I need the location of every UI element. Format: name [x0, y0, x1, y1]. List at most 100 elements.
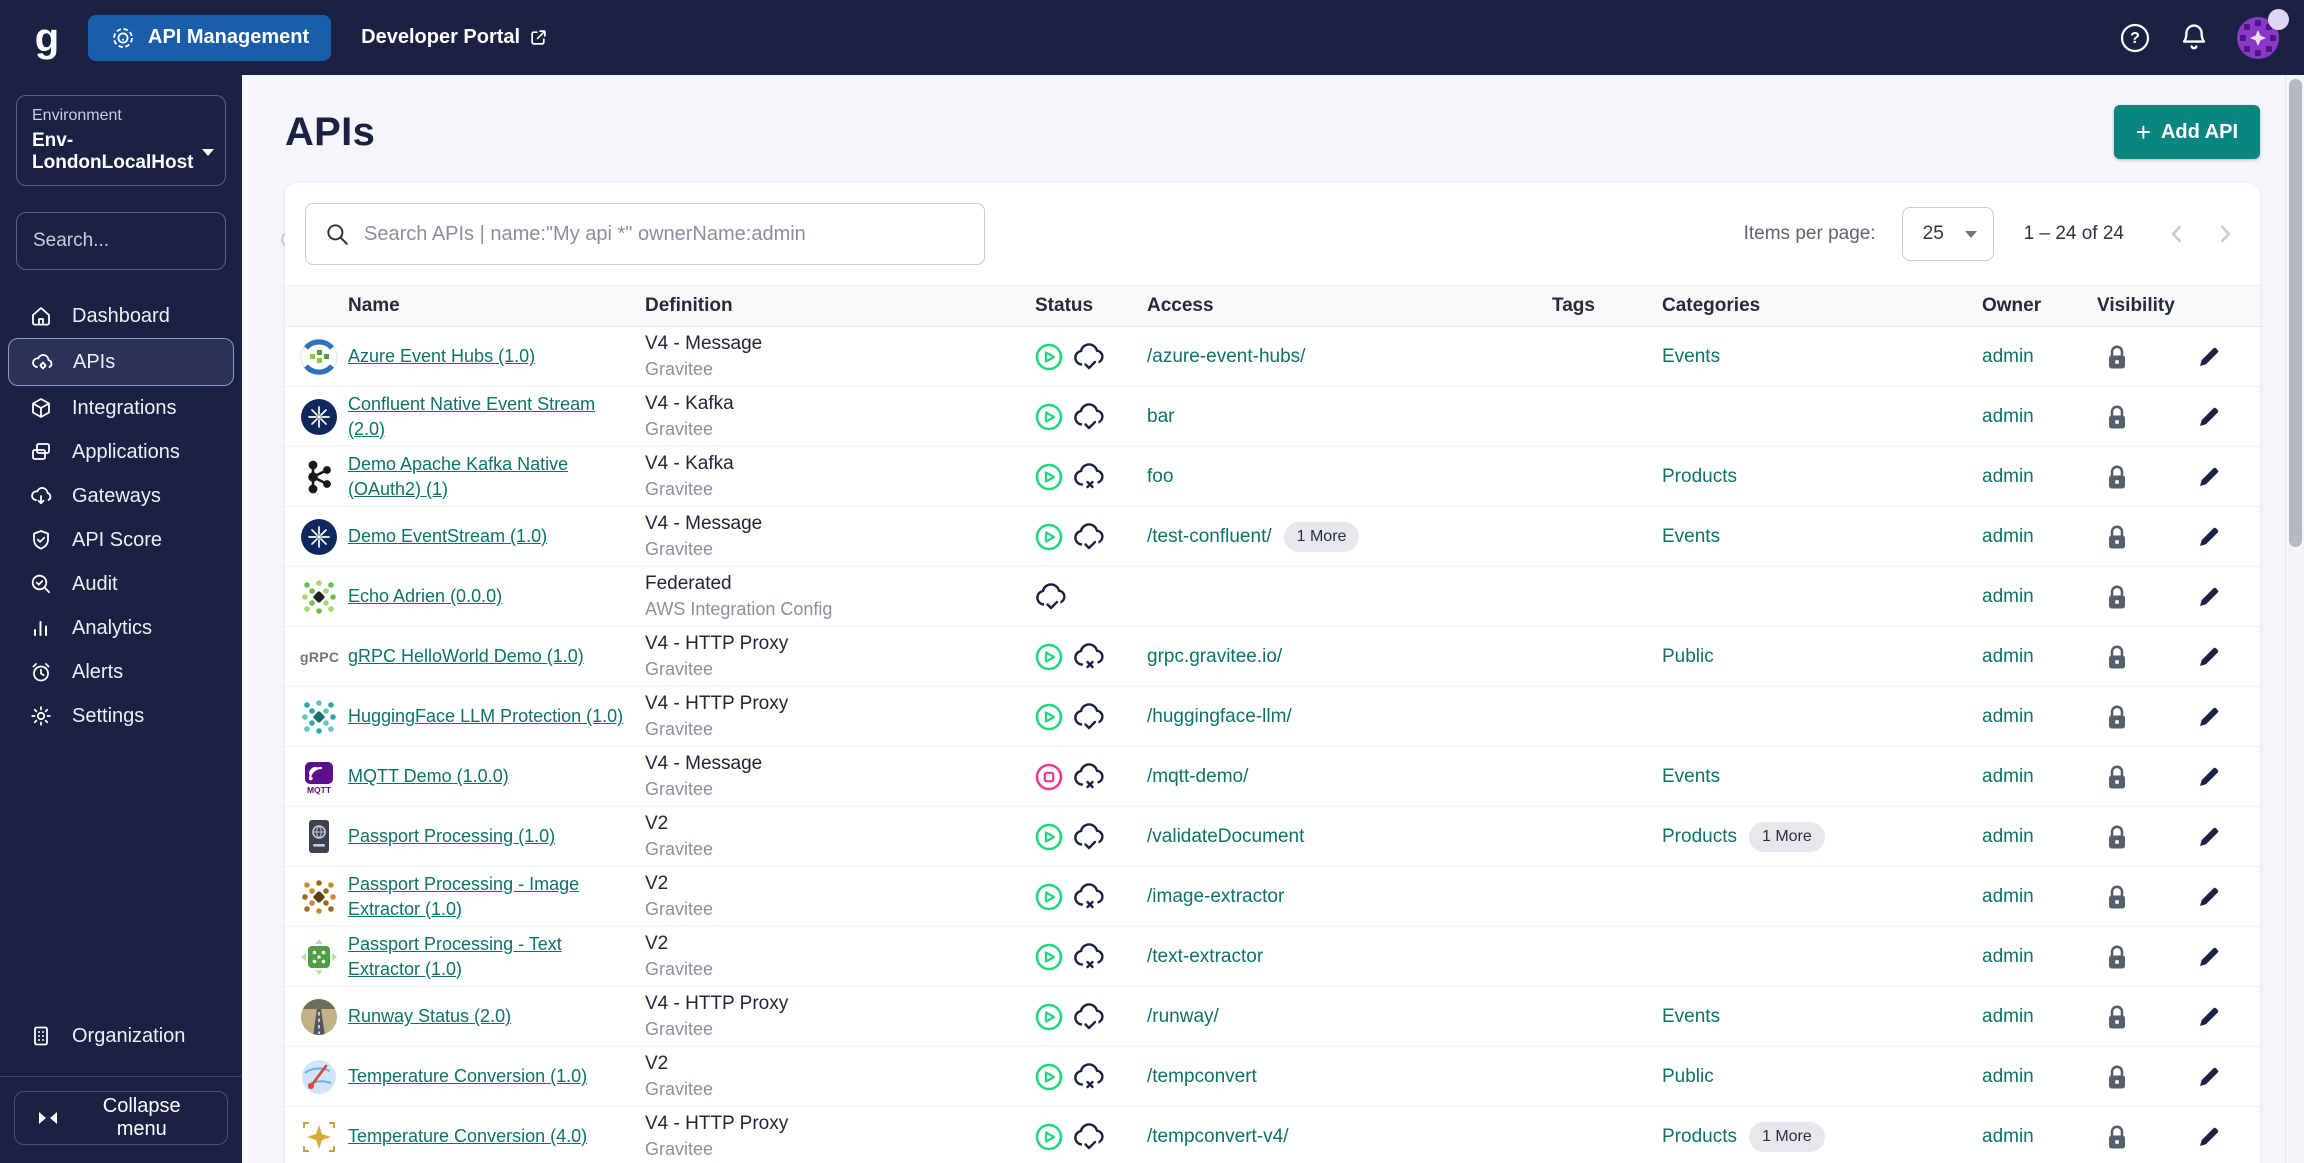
previous-page-button[interactable]	[2164, 221, 2190, 247]
user-avatar[interactable]	[2236, 8, 2289, 60]
edit-api-button[interactable]	[2197, 389, 2245, 445]
api-management-button[interactable]: API Management	[88, 14, 332, 61]
organization-label: Organization	[72, 1024, 186, 1047]
definition-origin: Gravitee	[645, 899, 714, 919]
edit-api-button[interactable]	[2197, 329, 2245, 385]
definition-origin: Gravitee	[645, 779, 714, 799]
owner-label: admin	[1982, 1005, 2034, 1027]
api-name-link[interactable]: Passport Processing - Text Extractor (1.…	[348, 932, 645, 981]
category-more-chip[interactable]: 1 More	[1748, 1121, 1825, 1152]
category-label: Public	[1662, 645, 1714, 667]
add-api-button[interactable]: + Add API	[2113, 105, 2260, 159]
api-name-link[interactable]: Temperature Conversion (1.0)	[348, 1064, 601, 1088]
table-row[interactable]: Confluent Native Event Stream (2.0) V4 - …	[285, 387, 2260, 447]
edit-api-button[interactable]	[2197, 629, 2245, 685]
api-search-box[interactable]	[305, 203, 985, 265]
help-icon[interactable]: ?	[2118, 21, 2152, 55]
access-path: /runway/	[1147, 1005, 1219, 1027]
owner-label: admin	[1982, 705, 2034, 727]
edit-api-button[interactable]	[2197, 689, 2245, 745]
avatar-status-badge	[2268, 8, 2289, 30]
collapse-menu-button[interactable]: Collapse menu	[14, 1091, 228, 1145]
started-status-icon	[1035, 1123, 1063, 1151]
sidebar-item-gateways[interactable]: Gateways	[0, 474, 242, 518]
sidebar-item-analytics[interactable]: Analytics	[0, 606, 242, 650]
sidebar-item-organization[interactable]: Organization	[0, 1010, 242, 1062]
developer-portal-label: Developer Portal	[361, 26, 521, 48]
api-name-link[interactable]: MQTT Demo (1.0.0)	[348, 764, 523, 788]
api-name-link[interactable]: Confluent Native Event Stream (2.0)	[348, 392, 645, 441]
sidebar-item-alerts[interactable]: Alerts	[0, 650, 242, 694]
table-row[interactable]: Demo Apache Kafka Native (OAuth2) (1) V4 …	[285, 447, 2260, 507]
table-row[interactable]: Runway Status (2.0) V4 - HTTP Proxy Gravit…	[285, 987, 2260, 1047]
edit-api-button[interactable]	[2197, 1049, 2245, 1105]
edit-api-button[interactable]	[2197, 449, 2245, 505]
sidebar-item-settings[interactable]: Settings	[0, 694, 242, 738]
table-row[interactable]: Demo EventStream (1.0) V4 - Message Gravit…	[285, 507, 2260, 567]
categories-cell	[1662, 869, 1982, 925]
sidebar-item-dashboard[interactable]: Dashboard	[0, 294, 242, 338]
api-search-input[interactable]	[364, 222, 966, 246]
bell-icon[interactable]	[2178, 21, 2210, 55]
access-more-chip[interactable]: 1 More	[1283, 521, 1360, 552]
synced-cloud-check-icon	[1073, 342, 1107, 372]
edit-api-button[interactable]	[2197, 749, 2245, 805]
sidebar-item-applications[interactable]: Applications	[0, 430, 242, 474]
api-name-link[interactable]: Temperature Conversion (4.0)	[348, 1124, 601, 1148]
synced-cloud-check-icon	[1073, 1002, 1107, 1032]
echo-adrien-icon	[300, 569, 348, 625]
access-cell	[1147, 569, 1552, 625]
table-row[interactable]: Temperature Conversion (1.0) V2 Gravitee/t…	[285, 1047, 2260, 1107]
edit-api-button[interactable]	[2197, 989, 2245, 1045]
scrollbar-thumb[interactable]	[2289, 79, 2302, 547]
table-row[interactable]: HuggingFace LLM Protection (1.0) V4 - HTT…	[285, 687, 2260, 747]
api-name-link[interactable]: Echo Adrien (0.0.0)	[348, 584, 516, 608]
sidebar-search[interactable]	[16, 212, 300, 270]
table-row[interactable]: Passport Processing (1.0) V2 Gravitee/vali…	[285, 807, 2260, 867]
private-lock-icon	[2097, 629, 2197, 685]
access-cell: /mqtt-demo/	[1147, 749, 1552, 805]
edit-api-button[interactable]	[2197, 929, 2245, 985]
table-row[interactable]: Temperature Conversion (4.0) V4 - HTTP Pr…	[285, 1107, 2260, 1163]
huggingface-icon	[300, 689, 348, 745]
api-name-link[interactable]: Passport Processing (1.0)	[348, 824, 569, 848]
edit-api-button[interactable]	[2197, 869, 2245, 925]
scrollbar-track[interactable]	[2285, 75, 2304, 1163]
api-name-link[interactable]: HuggingFace LLM Protection (1.0)	[348, 704, 637, 728]
tags-cell	[1552, 329, 1662, 385]
api-name-link[interactable]: gRPC HelloWorld Demo (1.0)	[348, 644, 598, 668]
confluent-icon	[300, 509, 348, 565]
table-row[interactable]: gRPC gRPC HelloWorld Demo (1.0) V4 - HTTP …	[285, 627, 2260, 687]
sidebar-item-integrations[interactable]: Integrations	[0, 386, 242, 430]
status-cell	[1035, 449, 1147, 505]
sidebar-item-api-score[interactable]: API Score	[0, 518, 242, 562]
table-row[interactable]: Passport Processing - Text Extractor (1.…	[285, 927, 2260, 987]
access-cell: /runway/	[1147, 989, 1552, 1045]
out-of-sync-cloud-x-icon	[1073, 1062, 1107, 1092]
edit-api-button[interactable]	[2197, 1109, 2245, 1163]
started-status-icon	[1035, 943, 1063, 971]
definition-origin: Gravitee	[645, 959, 714, 979]
sidebar-item-audit[interactable]: Audit	[0, 562, 242, 606]
table-row[interactable]: Echo Adrien (0.0.0) Federated AWS Integrat…	[285, 567, 2260, 627]
table-row[interactable]: Passport Processing - Image Extractor (1…	[285, 867, 2260, 927]
out-of-sync-cloud-x-icon	[1073, 882, 1107, 912]
edit-api-button[interactable]	[2197, 809, 2245, 865]
categories-cell	[1662, 389, 1982, 445]
column-header-visibility: Visibility	[2097, 295, 2175, 316]
table-row[interactable]: Azure Event Hubs (1.0) V4 - Message Gravit…	[285, 327, 2260, 387]
api-name-link[interactable]: Demo EventStream (1.0)	[348, 524, 561, 548]
developer-portal-link[interactable]: Developer Portal	[361, 26, 547, 49]
api-name-link[interactable]: Runway Status (2.0)	[348, 1004, 525, 1028]
api-name-link[interactable]: Demo Apache Kafka Native (OAuth2) (1)	[348, 452, 645, 501]
api-name-link[interactable]: Azure Event Hubs (1.0)	[348, 344, 549, 368]
edit-api-button[interactable]	[2197, 569, 2245, 625]
table-row[interactable]: MQTT MQTT Demo (1.0.0) V4 - Message Gravite…	[285, 747, 2260, 807]
sidebar-item-apis[interactable]: APIs	[8, 338, 234, 386]
items-per-page-select[interactable]: 25	[1901, 207, 1994, 261]
next-page-button[interactable]	[2212, 221, 2238, 247]
environment-selector[interactable]: Environment Env-LondonLocalHost	[16, 95, 226, 186]
edit-api-button[interactable]	[2197, 509, 2245, 565]
category-more-chip[interactable]: 1 More	[1748, 821, 1825, 852]
api-name-link[interactable]: Passport Processing - Image Extractor (1…	[348, 872, 645, 921]
